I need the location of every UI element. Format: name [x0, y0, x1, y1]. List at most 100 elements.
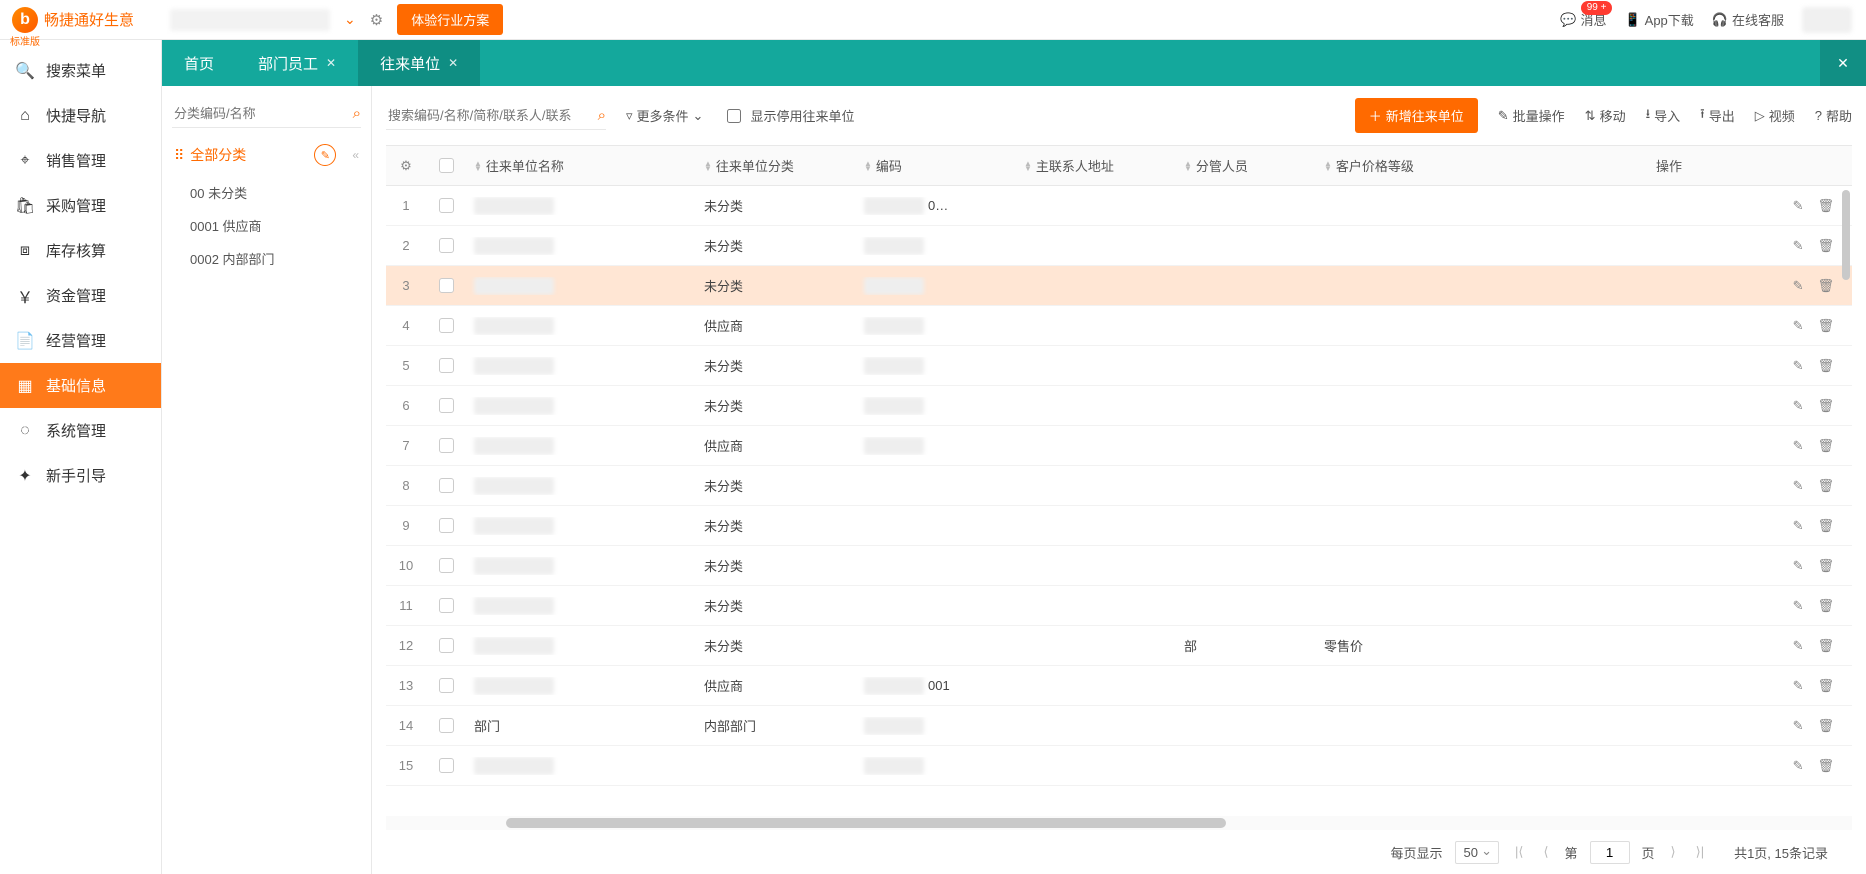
table-row[interactable]: 1未分类0…✎🗑	[386, 186, 1852, 226]
row-checkbox[interactable]	[426, 598, 466, 613]
collapse-panel-icon[interactable]: «	[352, 148, 359, 162]
delete-row-icon[interactable]: 🗑	[1817, 758, 1834, 774]
row-checkbox[interactable]	[426, 318, 466, 333]
edit-row-icon[interactable]: ✎	[1793, 238, 1804, 254]
edit-category-icon[interactable]: ✎	[314, 144, 336, 166]
edit-row-icon[interactable]: ✎	[1793, 198, 1804, 214]
import-action[interactable]: ⭳导入	[1646, 105, 1681, 127]
row-checkbox[interactable]	[426, 398, 466, 413]
messages-link[interactable]: 💬 消息 99 +	[1560, 10, 1606, 29]
page-input[interactable]	[1590, 841, 1630, 864]
edit-row-icon[interactable]: ✎	[1793, 718, 1804, 734]
tab[interactable]: 首页	[162, 40, 236, 86]
col-name[interactable]: ▲▼往来单位名称	[466, 156, 696, 175]
show-disabled-checkbox[interactable]	[727, 109, 741, 123]
close-icon[interactable]: ✕	[326, 56, 336, 70]
table-row[interactable]: 5未分类✎🗑	[386, 346, 1852, 386]
first-page-icon[interactable]: |⟨	[1511, 844, 1527, 860]
row-checkbox[interactable]	[426, 438, 466, 453]
new-contact-button[interactable]: ＋ 新增往来单位	[1355, 98, 1478, 133]
edit-row-icon[interactable]: ✎	[1793, 678, 1804, 694]
edit-row-icon[interactable]: ✎	[1793, 358, 1804, 374]
edit-row-icon[interactable]: ✎	[1793, 318, 1804, 334]
table-row[interactable]: 14部门内部部门✎🗑	[386, 706, 1852, 746]
table-row[interactable]: 12未分类部零售价✎🗑	[386, 626, 1852, 666]
row-checkbox[interactable]	[426, 478, 466, 493]
delete-row-icon[interactable]: 🗑	[1817, 238, 1834, 254]
edit-row-icon[interactable]: ✎	[1793, 518, 1804, 534]
delete-row-icon[interactable]: 🗑	[1817, 398, 1834, 414]
row-checkbox[interactable]	[426, 678, 466, 693]
category-item[interactable]: 0002 内部部门	[190, 242, 371, 275]
table-row[interactable]: 3未分类✎🗑	[386, 266, 1852, 306]
delete-row-icon[interactable]: 🗑	[1817, 278, 1834, 294]
category-item[interactable]: 0001 供应商	[190, 209, 371, 242]
edit-row-icon[interactable]: ✎	[1793, 758, 1804, 774]
edit-row-icon[interactable]: ✎	[1793, 638, 1804, 654]
delete-row-icon[interactable]: 🗑	[1817, 438, 1834, 454]
video-action[interactable]: ▷视频	[1755, 106, 1795, 125]
delete-row-icon[interactable]: 🗑	[1817, 558, 1834, 574]
row-checkbox[interactable]	[426, 198, 466, 213]
col-code[interactable]: ▲▼编码	[856, 156, 1016, 175]
edit-row-icon[interactable]: ✎	[1793, 438, 1804, 454]
table-row[interactable]: 2未分类✎🗑	[386, 226, 1852, 266]
sidebar-item[interactable]: ⧈库存核算	[0, 228, 161, 273]
chevron-down-icon[interactable]: ⌄	[344, 11, 356, 28]
table-row[interactable]: 6未分类✎🗑	[386, 386, 1852, 426]
sidebar-item[interactable]: 🔍搜索菜单	[0, 48, 161, 93]
col-price[interactable]: ▲▼客户价格等级	[1316, 156, 1486, 175]
sidebar-item[interactable]: ￥资金管理	[0, 273, 161, 318]
row-checkbox[interactable]	[426, 558, 466, 573]
table-row[interactable]: 11未分类✎🗑	[386, 586, 1852, 626]
sidebar-item[interactable]: ⌂快捷导航	[0, 93, 161, 138]
category-title-row[interactable]: ⠿ 全部分类 ✎ «	[162, 138, 371, 172]
horizontal-scrollbar[interactable]	[386, 816, 1852, 830]
row-checkbox[interactable]	[426, 638, 466, 653]
select-all-checkbox[interactable]	[426, 158, 466, 173]
table-row[interactable]: 13供应商001✎🗑	[386, 666, 1852, 706]
row-checkbox[interactable]	[426, 278, 466, 293]
table-row[interactable]: 7供应商✎🗑	[386, 426, 1852, 466]
close-icon[interactable]: ✕	[448, 56, 458, 70]
col-address[interactable]: ▲▼主联系人地址	[1016, 156, 1176, 175]
config-column-icon[interactable]: ⚙	[386, 158, 426, 174]
prev-page-icon[interactable]: ⟨	[1539, 844, 1552, 860]
delete-row-icon[interactable]: 🗑	[1817, 718, 1834, 734]
service-link[interactable]: 🎧 在线客服	[1712, 10, 1784, 29]
vertical-scrollbar[interactable]	[1842, 190, 1850, 802]
delete-row-icon[interactable]: 🗑	[1817, 198, 1834, 214]
table-row[interactable]: 4供应商✎🗑	[386, 306, 1852, 346]
col-category[interactable]: ▲▼往来单位分类	[696, 156, 856, 175]
sidebar-item[interactable]: ◌系统管理	[0, 408, 161, 453]
delete-row-icon[interactable]: 🗑	[1817, 678, 1834, 694]
edit-row-icon[interactable]: ✎	[1793, 478, 1804, 494]
tab[interactable]: 往来单位✕	[358, 40, 480, 86]
more-filter[interactable]: ▿ 更多条件 ⌄	[626, 106, 703, 125]
category-search-input[interactable]	[172, 100, 353, 127]
cta-button[interactable]: 体验行业方案	[397, 4, 503, 35]
col-person[interactable]: ▲▼分管人员	[1176, 156, 1316, 175]
search-icon[interactable]: ⌕	[598, 107, 606, 124]
edit-row-icon[interactable]: ✎	[1793, 398, 1804, 414]
delete-row-icon[interactable]: 🗑	[1817, 518, 1834, 534]
row-checkbox[interactable]	[426, 718, 466, 733]
table-row[interactable]: 10未分类✎🗑	[386, 546, 1852, 586]
sidebar-item[interactable]: 🛍采购管理	[0, 183, 161, 228]
batch-action[interactable]: ✎批量操作	[1498, 106, 1565, 125]
sidebar-item[interactable]: ✦新手引导	[0, 453, 161, 498]
per-page-select[interactable]: 50	[1455, 841, 1499, 864]
delete-row-icon[interactable]: 🗑	[1817, 478, 1834, 494]
delete-row-icon[interactable]: 🗑	[1817, 638, 1834, 654]
delete-row-icon[interactable]: 🗑	[1817, 598, 1834, 614]
category-item[interactable]: 00 未分类	[190, 176, 371, 209]
tab[interactable]: 部门员工✕	[236, 40, 358, 86]
row-checkbox[interactable]	[426, 518, 466, 533]
app-download-link[interactable]: 📱 App下载	[1624, 10, 1693, 29]
avatar[interactable]	[1802, 7, 1852, 33]
row-checkbox[interactable]	[426, 358, 466, 373]
edit-row-icon[interactable]: ✎	[1793, 558, 1804, 574]
table-search-input[interactable]	[386, 102, 598, 129]
sidebar-item[interactable]: ⌖销售管理	[0, 138, 161, 183]
search-icon[interactable]: ⌕	[353, 105, 361, 122]
